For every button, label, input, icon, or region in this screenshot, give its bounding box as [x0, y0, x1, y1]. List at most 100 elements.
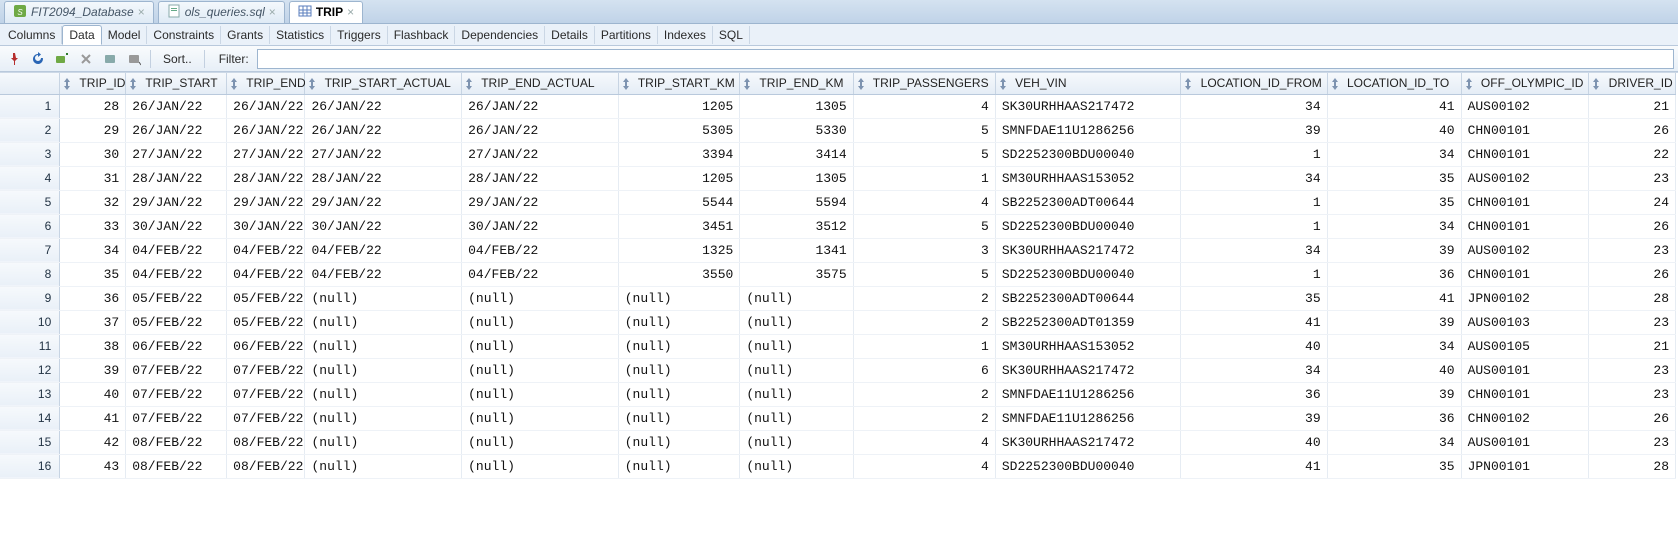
- cell[interactable]: (null): [305, 382, 462, 406]
- cell[interactable]: 34: [1327, 142, 1461, 166]
- cell[interactable]: 33: [60, 214, 126, 238]
- cell[interactable]: 34: [1327, 430, 1461, 454]
- cell[interactable]: 39: [1181, 118, 1327, 142]
- table-row[interactable]: 12826/JAN/2226/JAN/2226/JAN/2226/JAN/221…: [0, 94, 1676, 118]
- column-header[interactable]: TRIP_END_ACTUAL: [462, 73, 619, 94]
- table-row[interactable]: 73404/FEB/2204/FEB/2204/FEB/2204/FEB/221…: [0, 238, 1676, 262]
- cell[interactable]: 5330: [740, 118, 853, 142]
- cell[interactable]: SK30URHHAAS217472: [995, 358, 1180, 382]
- table-row[interactable]: 63330/JAN/2230/JAN/2230/JAN/2230/JAN/223…: [0, 214, 1676, 238]
- cell[interactable]: 26/JAN/22: [462, 118, 619, 142]
- cell[interactable]: 26/JAN/22: [126, 118, 227, 142]
- cell[interactable]: 1305: [740, 166, 853, 190]
- cell[interactable]: 2: [853, 286, 995, 310]
- cell[interactable]: 42: [60, 430, 126, 454]
- cell[interactable]: 07/FEB/22: [227, 382, 305, 406]
- cell[interactable]: SD2252300BDU00040: [995, 262, 1180, 286]
- cell[interactable]: 23: [1589, 166, 1676, 190]
- cell[interactable]: CHN00101: [1461, 118, 1589, 142]
- cell[interactable]: 04/FEB/22: [126, 262, 227, 286]
- close-icon[interactable]: ×: [269, 5, 276, 19]
- column-header[interactable]: OFF_OLYMPIC_ID: [1461, 73, 1589, 94]
- subtab-partitions[interactable]: Partitions: [595, 26, 658, 44]
- subtab-details[interactable]: Details: [545, 26, 595, 44]
- cell[interactable]: 34: [60, 238, 126, 262]
- cell[interactable]: (null): [305, 406, 462, 430]
- subtab-indexes[interactable]: Indexes: [658, 26, 713, 44]
- cell[interactable]: 35: [60, 262, 126, 286]
- cell[interactable]: 24: [1589, 190, 1676, 214]
- cell[interactable]: 40: [1327, 118, 1461, 142]
- cell[interactable]: 5594: [740, 190, 853, 214]
- cell[interactable]: (null): [618, 406, 740, 430]
- cell[interactable]: 26: [1589, 262, 1676, 286]
- cell[interactable]: 36: [1181, 382, 1327, 406]
- table-row[interactable]: 123907/FEB/2207/FEB/22(null)(null)(null)…: [0, 358, 1676, 382]
- cell[interactable]: SD2252300BDU00040: [995, 142, 1180, 166]
- cell[interactable]: (null): [740, 382, 853, 406]
- cell[interactable]: AUS00103: [1461, 310, 1589, 334]
- cell[interactable]: 40: [1181, 334, 1327, 358]
- cell[interactable]: SM30URHHAAS153052: [995, 166, 1180, 190]
- cell[interactable]: 4: [853, 190, 995, 214]
- cell[interactable]: 26/JAN/22: [227, 94, 305, 118]
- cell[interactable]: (null): [618, 358, 740, 382]
- cell[interactable]: (null): [462, 406, 619, 430]
- column-header[interactable]: TRIP_START: [126, 73, 227, 94]
- cell[interactable]: 1: [1181, 214, 1327, 238]
- cell[interactable]: 05/FEB/22: [227, 310, 305, 334]
- cell[interactable]: 3414: [740, 142, 853, 166]
- cell[interactable]: AUS00102: [1461, 166, 1589, 190]
- cell[interactable]: 41: [1327, 94, 1461, 118]
- cell[interactable]: (null): [305, 310, 462, 334]
- cell[interactable]: (null): [740, 358, 853, 382]
- cell[interactable]: 23: [1589, 238, 1676, 262]
- data-grid-container[interactable]: TRIP_ID TRIP_START TRIP_END TRIP_START_A…: [0, 72, 1678, 538]
- cell[interactable]: SK30URHHAAS217472: [995, 430, 1180, 454]
- cell[interactable]: CHN00101: [1461, 190, 1589, 214]
- cell[interactable]: (null): [305, 454, 462, 478]
- cell[interactable]: 04/FEB/22: [305, 262, 462, 286]
- cell[interactable]: 1325: [618, 238, 740, 262]
- cell[interactable]: 1205: [618, 166, 740, 190]
- column-header[interactable]: TRIP_ID: [60, 73, 126, 94]
- editor-tab[interactable]: TRIP×: [289, 1, 363, 23]
- close-icon[interactable]: ×: [138, 5, 145, 19]
- cell[interactable]: (null): [305, 430, 462, 454]
- cell[interactable]: 26/JAN/22: [126, 94, 227, 118]
- cell[interactable]: SB2252300ADT00644: [995, 190, 1180, 214]
- cell[interactable]: 39: [1181, 406, 1327, 430]
- cell[interactable]: SM30URHHAAS153052: [995, 334, 1180, 358]
- cell[interactable]: 34: [1181, 166, 1327, 190]
- cell[interactable]: 04/FEB/22: [227, 238, 305, 262]
- filter-input[interactable]: [257, 49, 1674, 69]
- table-row[interactable]: 113806/FEB/2206/FEB/22(null)(null)(null)…: [0, 334, 1676, 358]
- cell[interactable]: 34: [1327, 214, 1461, 238]
- cell[interactable]: 30/JAN/22: [305, 214, 462, 238]
- cell[interactable]: AUS00105: [1461, 334, 1589, 358]
- cell[interactable]: 30: [60, 142, 126, 166]
- close-icon[interactable]: ×: [347, 5, 354, 19]
- cell[interactable]: 6: [853, 358, 995, 382]
- cell[interactable]: 26: [1589, 406, 1676, 430]
- cell[interactable]: (null): [740, 286, 853, 310]
- cell[interactable]: CHN00102: [1461, 406, 1589, 430]
- cell[interactable]: 2: [853, 310, 995, 334]
- cell[interactable]: 27/JAN/22: [126, 142, 227, 166]
- cell[interactable]: 5: [853, 214, 995, 238]
- cell[interactable]: 5: [853, 262, 995, 286]
- cell[interactable]: 07/FEB/22: [227, 358, 305, 382]
- cell[interactable]: 2: [853, 406, 995, 430]
- table-row[interactable]: 33027/JAN/2227/JAN/2227/JAN/2227/JAN/223…: [0, 142, 1676, 166]
- cell[interactable]: 21: [1589, 94, 1676, 118]
- subtab-model[interactable]: Model: [102, 26, 148, 44]
- cell[interactable]: 38: [60, 334, 126, 358]
- cell[interactable]: AUS00102: [1461, 238, 1589, 262]
- cell[interactable]: 28: [1589, 286, 1676, 310]
- cell[interactable]: (null): [462, 286, 619, 310]
- table-row[interactable]: 103705/FEB/2205/FEB/22(null)(null)(null)…: [0, 310, 1676, 334]
- cell[interactable]: SK30URHHAAS217472: [995, 94, 1180, 118]
- table-row[interactable]: 93605/FEB/2205/FEB/22(null)(null)(null)(…: [0, 286, 1676, 310]
- cell[interactable]: 3550: [618, 262, 740, 286]
- column-header[interactable]: LOCATION_ID_FROM: [1181, 73, 1327, 94]
